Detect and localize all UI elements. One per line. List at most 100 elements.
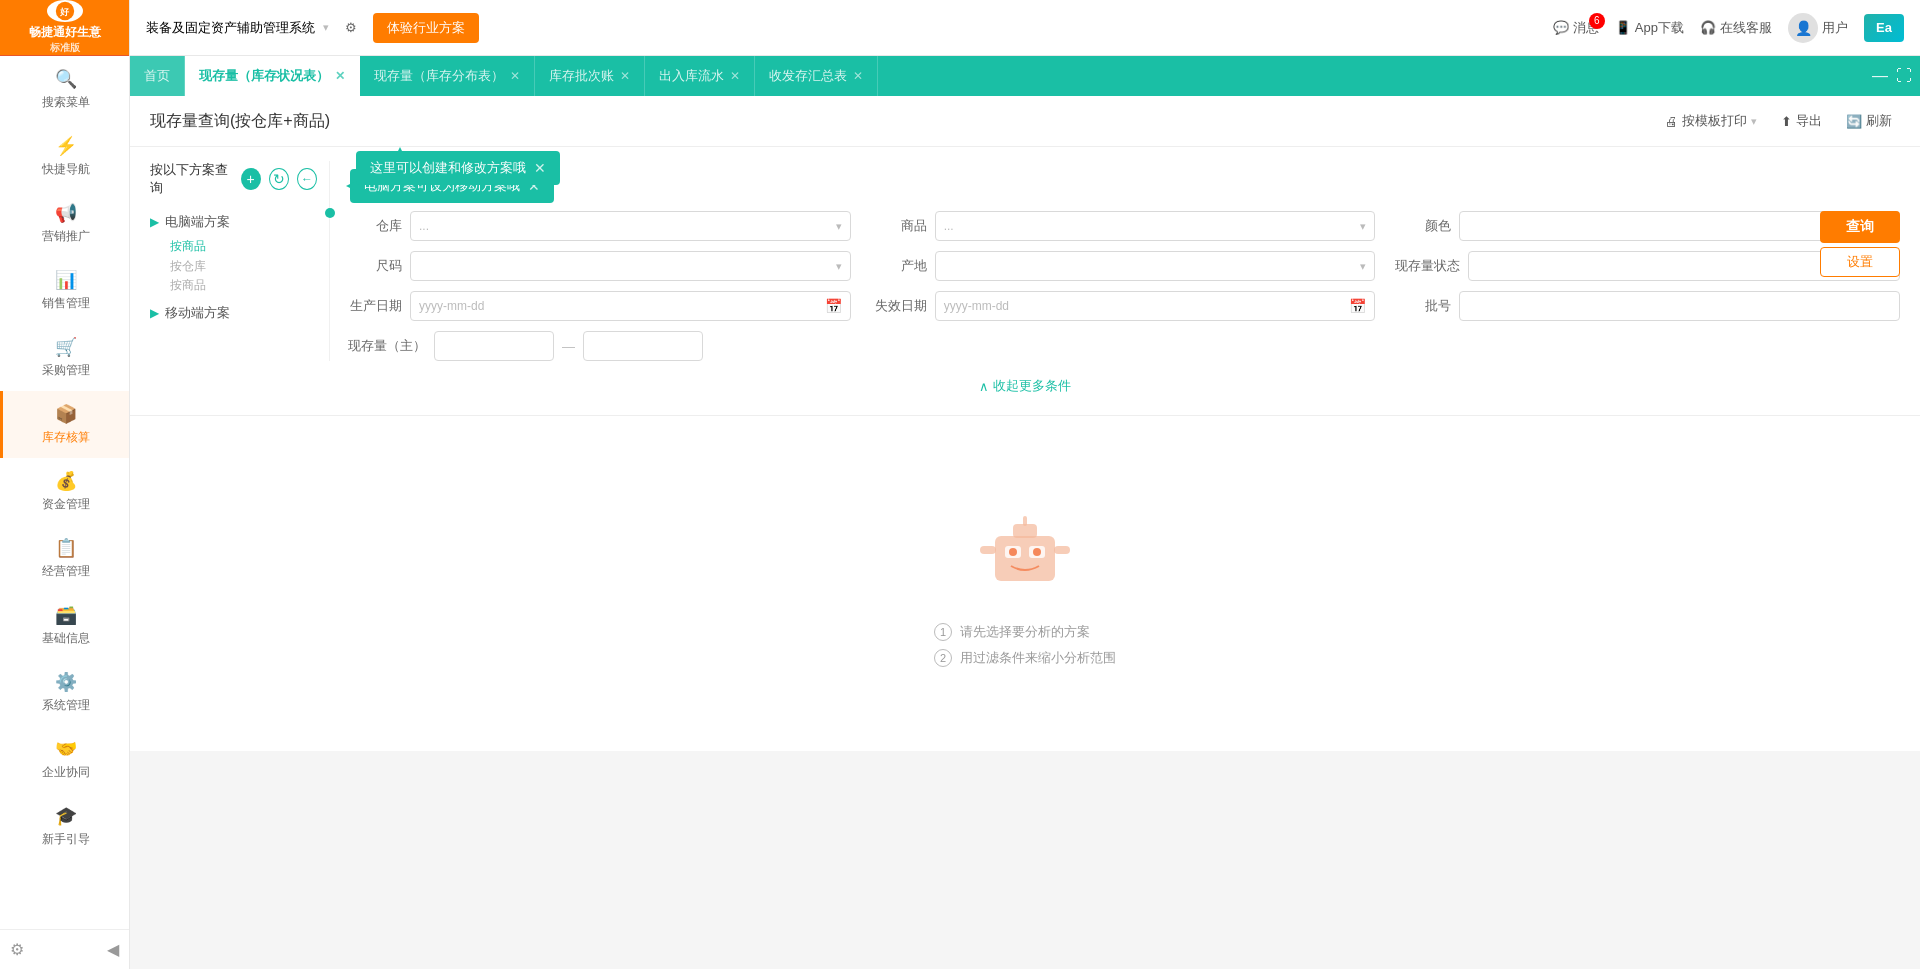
- goods-select[interactable]: ... ▾: [935, 211, 1376, 241]
- empty-step-1: 1 请先选择要分析的方案: [934, 619, 1116, 645]
- more-conditions-label: 收起更多条件: [993, 377, 1071, 395]
- empty-step-2: 2 用过滤条件来缩小分析范围: [934, 645, 1116, 671]
- setting-btn[interactable]: 设置: [1820, 247, 1900, 277]
- sidebar-item-system[interactable]: ⚙️ 系统管理: [0, 659, 129, 726]
- message-btn[interactable]: 💬 消息 6: [1553, 19, 1599, 37]
- tab-minimize-btn[interactable]: —: [1872, 67, 1888, 85]
- field-label-stock-qty: 现存量（主）: [346, 337, 426, 355]
- scheme-sub-item-goods[interactable]: 按商品: [150, 235, 317, 258]
- origin-select[interactable]: ▾: [935, 251, 1376, 281]
- app-download-btn[interactable]: 📱 App下载: [1615, 19, 1684, 37]
- system-icon: ⚙️: [55, 671, 77, 693]
- expire-date-input[interactable]: yyyy-mm-dd 📅: [935, 291, 1376, 321]
- print-btn[interactable]: 🖨 按模板打印 ▾: [1657, 108, 1765, 134]
- tab-batch-account[interactable]: 库存批次账 ✕: [535, 56, 645, 96]
- tab-close-icon[interactable]: ✕: [730, 69, 740, 83]
- operations-icon: 📋: [55, 537, 77, 559]
- field-label-warehouse: 仓库: [346, 217, 402, 235]
- sidebar-item-label: 搜索菜单: [42, 94, 90, 111]
- sidebar-item-label: 系统管理: [42, 697, 90, 714]
- header: 装备及固定资产辅助管理系统 ▾ ⚙ 体验行业方案 💬 消息 6 📱 App下载 …: [130, 0, 1920, 56]
- export-btn[interactable]: ⬆ 导出: [1773, 108, 1830, 134]
- sidebar-item-label: 经营管理: [42, 563, 90, 580]
- search-btn[interactable]: 查询: [1820, 211, 1900, 243]
- highlight-dot: [325, 208, 335, 218]
- batch-input[interactable]: [1459, 291, 1900, 321]
- page-actions: 🖨 按模板打印 ▾ ⬆ 导出 🔄 刷新: [1657, 108, 1900, 134]
- empty-icon: [975, 496, 1075, 599]
- desktop-scheme-item[interactable]: ▶ 电脑端方案: [150, 209, 317, 235]
- sidebar-item-enterprise[interactable]: 🤝 企业协同: [0, 726, 129, 793]
- calendar-icon[interactable]: 📅: [825, 298, 842, 314]
- svg-rect-7: [1013, 524, 1037, 538]
- produce-date-input[interactable]: yyyy-mm-dd 📅: [410, 291, 851, 321]
- sidebar-item-quick-nav[interactable]: ⚡ 快捷导航: [0, 123, 129, 190]
- empty-step2-text: 用过滤条件来缩小分析范围: [960, 645, 1116, 671]
- tab-maximize-btn[interactable]: ⛶: [1896, 67, 1912, 85]
- tab-close-icon[interactable]: ✕: [510, 69, 520, 83]
- sidebar-item-label: 企业协同: [42, 764, 90, 781]
- dropdown-arrow: ▾: [1360, 220, 1366, 233]
- sidebar-item-label: 库存核算: [42, 429, 90, 446]
- sidebar-item-search[interactable]: 🔍 搜索菜单: [0, 56, 129, 123]
- sidebar-item-basic[interactable]: 🗃️ 基础信息: [0, 592, 129, 659]
- filter-row-3: 生产日期 yyyy-mm-dd 📅 失效日期 yyyy-mm-dd 📅: [346, 291, 1900, 321]
- collapse-icon: ∧: [979, 379, 989, 394]
- stock-qty-from[interactable]: [434, 331, 554, 361]
- sidebar-collapse-btn[interactable]: ◀: [107, 940, 119, 959]
- support-btn[interactable]: 🎧 在线客服: [1700, 19, 1772, 37]
- more-conditions-btn[interactable]: ∧ 收起更多条件: [150, 371, 1900, 401]
- tab-inventory-status[interactable]: 现存量（库存状况表） ✕: [185, 56, 360, 96]
- tab-inventory-dist[interactable]: 现存量（库存分布表） ✕: [360, 56, 535, 96]
- svg-rect-9: [980, 546, 996, 554]
- tab-home-label: 首页: [144, 67, 170, 85]
- scheme-tooltip2-close[interactable]: ✕: [534, 160, 546, 176]
- stock-qty-to[interactable]: [583, 331, 703, 361]
- header-settings-btn[interactable]: ⚙: [337, 14, 365, 42]
- sidebar-item-guide[interactable]: 🎓 新手引导: [0, 793, 129, 860]
- tab-label: 现存量（库存状况表）: [199, 67, 329, 85]
- system-selector[interactable]: 装备及固定资产辅助管理系统 ▾: [146, 19, 329, 37]
- desktop-scheme-label: 电脑端方案: [165, 213, 230, 231]
- system-name: 装备及固定资产辅助管理系统: [146, 19, 315, 37]
- filter-field-goods: 商品 ... ▾: [871, 211, 1376, 241]
- calendar-icon2[interactable]: 📅: [1349, 298, 1366, 314]
- sidebar-bottom: ⚙ ◀: [0, 929, 129, 969]
- filter-field-origin: 产地 ▾: [871, 251, 1376, 281]
- sidebar-item-finance[interactable]: 💰 资金管理: [0, 458, 129, 525]
- tab-close-icon[interactable]: ✕: [335, 69, 345, 83]
- mobile-scheme-item[interactable]: ▶ 移动端方案: [150, 300, 317, 326]
- tab-close-icon[interactable]: ✕: [620, 69, 630, 83]
- svg-rect-8: [1023, 516, 1027, 526]
- refresh-btn[interactable]: 🔄 刷新: [1838, 108, 1900, 134]
- sidebar-item-marketing[interactable]: 📢 营销推广: [0, 190, 129, 257]
- svg-point-5: [1009, 548, 1017, 556]
- sidebar-item-inventory[interactable]: 📦 库存核算: [0, 391, 129, 458]
- field-label-origin: 产地: [871, 257, 927, 275]
- sidebar-item-purchase[interactable]: 🛒 采购管理: [0, 324, 129, 391]
- ea-badge[interactable]: Ea: [1864, 14, 1904, 42]
- tab-home[interactable]: 首页: [130, 56, 185, 96]
- tab-receivable-summary[interactable]: 收发存汇总表 ✕: [755, 56, 878, 96]
- field-label-batch: 批号: [1395, 297, 1451, 315]
- tab-in-out-flow[interactable]: 出入库流水 ✕: [645, 56, 755, 96]
- field-label-status: 现存量状态: [1395, 257, 1460, 275]
- tab-close-icon[interactable]: ✕: [853, 69, 863, 83]
- sidebar-item-operations[interactable]: 📋 经营管理: [0, 525, 129, 592]
- field-label-expire-date: 失效日期: [871, 297, 927, 315]
- user-btn[interactable]: 👤 用户: [1788, 13, 1848, 43]
- warehouse-select[interactable]: ... ▾: [410, 211, 851, 241]
- message-badge: 6: [1589, 13, 1605, 29]
- filter-arrow-btn[interactable]: ←: [297, 168, 317, 190]
- filter-add-btn[interactable]: +: [241, 168, 261, 190]
- support-icon: 🎧: [1700, 20, 1716, 35]
- trial-btn[interactable]: 体验行业方案: [373, 13, 479, 43]
- print-dropdown-icon: ▾: [1751, 115, 1757, 128]
- sidebar-item-sales[interactable]: 📊 销售管理: [0, 257, 129, 324]
- size-select[interactable]: ▾: [410, 251, 851, 281]
- filter-row-4: 现存量（主） —: [346, 331, 1900, 361]
- sidebar-settings-btn[interactable]: ⚙: [10, 940, 24, 959]
- filter-refresh-btn[interactable]: ↻: [269, 168, 289, 190]
- tab-label: 出入库流水: [659, 67, 724, 85]
- arrow-icon2: ▶: [150, 306, 159, 320]
